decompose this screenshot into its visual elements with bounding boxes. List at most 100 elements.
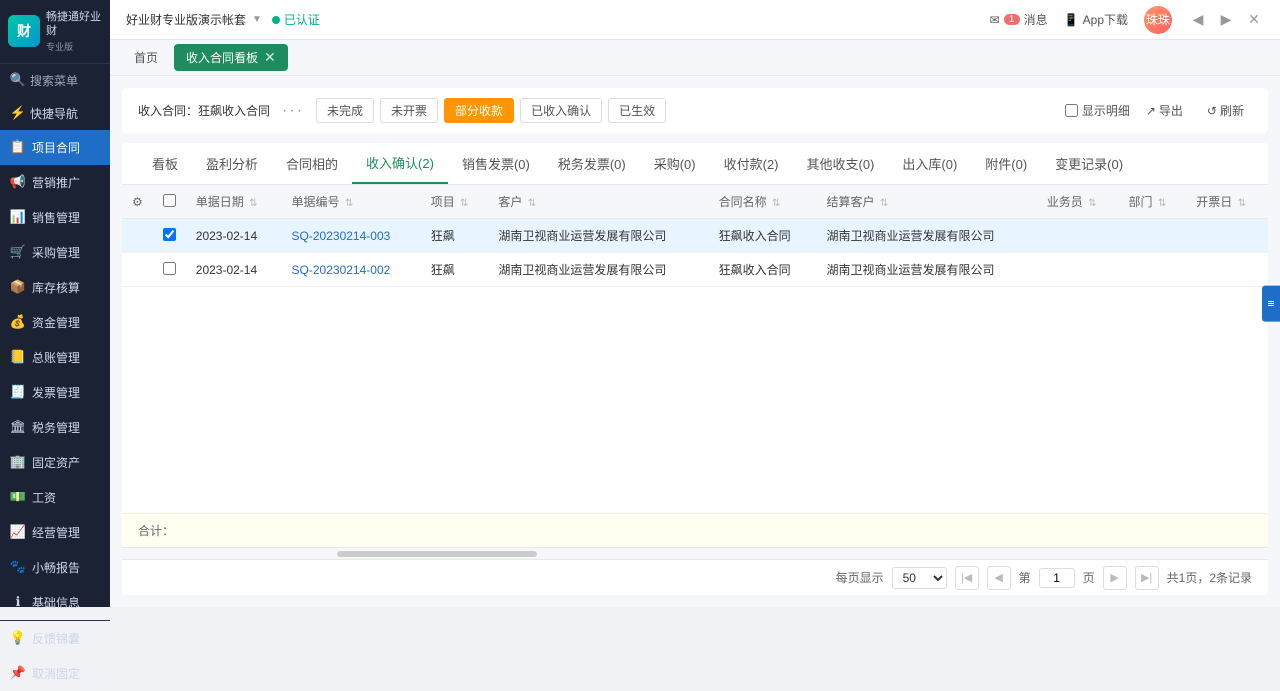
sort-icon[interactable]: ⇅ — [880, 198, 888, 209]
sub-tab-changes[interactable]: 变更记录(0) — [1041, 144, 1137, 183]
row-invoice-date — [1186, 219, 1268, 253]
sort-icon[interactable]: ⇅ — [249, 198, 257, 209]
right-sidebar-toggle[interactable]: ≡ — [1262, 285, 1280, 322]
pin-icon: 📌 — [10, 665, 26, 681]
user-avatar[interactable]: 珠珠 — [1144, 6, 1172, 34]
sort-icon[interactable]: ⇅ — [345, 198, 353, 209]
status-confirmed[interactable]: 已收入确认 — [520, 98, 602, 123]
certified-badge: 已认证 — [272, 11, 320, 28]
row-number-link[interactable]: SQ-20230214-002 — [292, 263, 391, 277]
content-inner: 看板 盈利分析 合同相的 收入确认(2) 销售发票(0) 税务发票(0) 采购(… — [122, 143, 1268, 595]
row-settlement: 湖南卫视商业运营发展有限公司 — [816, 219, 1036, 253]
col-header-project: 项目 ⇅ — [421, 185, 489, 219]
row-gear — [122, 219, 153, 253]
show-detail-checkbox[interactable] — [1065, 104, 1078, 117]
per-page-select[interactable]: 50 100 200 — [892, 567, 947, 589]
sidebar-item-funds[interactable]: 💰 资金管理 — [0, 305, 110, 340]
header-left: 好业财专业版演示帐套 ▼ 已认证 — [126, 11, 320, 28]
sub-tab-attachment[interactable]: 附件(0) — [971, 144, 1041, 183]
sidebar-item-assets[interactable]: 🏢 固定资产 — [0, 445, 110, 480]
sidebar-feedback[interactable]: 💡 反馈锦囊 — [0, 621, 110, 656]
window-prev-button[interactable]: ◀ — [1188, 10, 1208, 30]
settings-col-header: ⚙ — [122, 185, 153, 219]
sub-tab-board[interactable]: 看板 — [138, 144, 192, 183]
pagination-prev-button[interactable]: ◀ — [987, 566, 1011, 590]
sidebar-item-invoice[interactable]: 🧾 发票管理 — [0, 375, 110, 410]
select-all-checkbox[interactable] — [163, 194, 176, 207]
status-partial[interactable]: 部分收款 — [444, 98, 514, 123]
sidebar-item-search[interactable]: 🔍 搜索菜单 — [0, 64, 110, 97]
sidebar-item-purchase[interactable]: 🛒 采购管理 — [0, 235, 110, 270]
gear-icon[interactable]: ⚙ — [132, 195, 143, 209]
refresh-button[interactable]: ↺ 刷新 — [1199, 98, 1252, 123]
sort-icon[interactable]: ⇅ — [460, 198, 468, 209]
row-contract: 狂飙收入合同 — [709, 219, 817, 253]
sub-tab-payment[interactable]: 收付款(2) — [710, 144, 793, 183]
row-salesperson — [1037, 219, 1119, 253]
company-selector[interactable]: 好业财专业版演示帐套 ▼ — [126, 11, 262, 28]
contract-title-area: 收入合同：狂飙收入合同 ··· 未完成 未开票 部分收款 已收入确认 已生效 — [138, 98, 666, 123]
sort-icon[interactable]: ⇅ — [1238, 198, 1246, 209]
sidebar-item-marketing[interactable]: 📢 营销推广 — [0, 165, 110, 200]
sub-tab-contract-related[interactable]: 合同相的 — [272, 144, 352, 183]
pagination-last-button[interactable]: ▶| — [1135, 566, 1159, 590]
app-download-button[interactable]: 📱 App下载 — [1064, 11, 1128, 28]
sidebar-item-basic[interactable]: ℹ 基础信息 — [0, 585, 110, 620]
row-date: 2023-02-14 — [186, 253, 282, 287]
sort-icon[interactable]: ⇅ — [528, 198, 536, 209]
contract-more-button[interactable]: ··· — [282, 102, 304, 120]
sub-tab-warehouse[interactable]: 出入库(0) — [888, 144, 971, 183]
sidebar-item-sales[interactable]: 📊 销售管理 — [0, 200, 110, 235]
sub-tab-tax-invoice[interactable]: 税务发票(0) — [544, 144, 640, 183]
sidebar-item-nav[interactable]: ⚡ 快捷导航 — [0, 97, 110, 130]
col-header-dept: 部门 ⇅ — [1119, 185, 1187, 219]
window-next-button[interactable]: ▶ — [1216, 10, 1236, 30]
message-icon: ✉ — [990, 13, 1000, 27]
sidebar-item-management[interactable]: 📈 经营管理 — [0, 515, 110, 550]
sidebar-item-project[interactable]: 📋 项目合同 — [0, 130, 110, 165]
sidebar-item-inventory[interactable]: 📦 库存核算 — [0, 270, 110, 305]
status-effective[interactable]: 已生效 — [608, 98, 666, 123]
tab-close-icon[interactable]: ✕ — [264, 49, 276, 66]
row-select-checkbox[interactable] — [163, 262, 176, 275]
pagination-first-button[interactable]: |◀ — [955, 566, 979, 590]
app-logo-text: 畅捷通好业财 专业版 — [46, 10, 102, 53]
row-select-checkbox[interactable] — [163, 228, 176, 241]
show-detail-checkbox-label: 显示明细 — [1065, 102, 1130, 119]
page-input[interactable] — [1039, 568, 1075, 588]
sub-tab-profit[interactable]: 盈利分析 — [192, 144, 272, 183]
horizontal-scrollbar[interactable] — [122, 547, 1268, 559]
pagination-next-button[interactable]: ▶ — [1103, 566, 1127, 590]
sub-tab-other[interactable]: 其他收支(0) — [793, 144, 889, 183]
tab-contract-board[interactable]: 收入合同看板 ✕ — [174, 44, 288, 71]
status-unfinished[interactable]: 未完成 — [316, 98, 374, 123]
sort-icon[interactable]: ⇅ — [1158, 198, 1166, 209]
sort-icon[interactable]: ⇅ — [772, 198, 780, 209]
table-wrapper[interactable]: ⚙ 单据日期 ⇅ 单据编号 — [122, 185, 1268, 513]
certified-dot-icon — [272, 16, 280, 24]
sidebar-item-tax[interactable]: 🏛 税务管理 — [0, 410, 110, 445]
window-close-button[interactable]: ✕ — [1244, 10, 1264, 30]
sidebar-item-payroll[interactable]: 💵 工资 — [0, 480, 110, 515]
sidebar-item-report[interactable]: 🐾 小畅报告 — [0, 550, 110, 585]
sub-tab-revenue-confirm[interactable]: 收入确认(2) — [352, 143, 448, 184]
row-invoice-date — [1186, 253, 1268, 287]
sort-icon[interactable]: ⇅ — [1088, 198, 1096, 209]
tab-home[interactable]: 首页 — [122, 44, 170, 71]
export-button[interactable]: ↗ 导出 — [1138, 98, 1191, 123]
sub-tab-sales-invoice[interactable]: 销售发票(0) — [448, 144, 544, 183]
sidebar-unpin[interactable]: 📌 取消固定 — [0, 656, 110, 691]
table-row: 2023-02-14 SQ-20230214-003 狂飙 湖南卫视商业运营发展… — [122, 219, 1268, 253]
status-buttons: 未完成 未开票 部分收款 已收入确认 已生效 — [316, 98, 666, 123]
table-row: 2023-02-14 SQ-20230214-002 狂飙 湖南卫视商业运营发展… — [122, 253, 1268, 287]
message-button[interactable]: ✉ 1 消息 — [990, 11, 1048, 28]
row-project: 狂飙 — [421, 219, 489, 253]
table-header-row: ⚙ 单据日期 ⇅ 单据编号 — [122, 185, 1268, 219]
row-checkbox-cell — [153, 219, 186, 253]
sub-tab-purchase[interactable]: 采购(0) — [640, 144, 710, 183]
sidebar-item-ledger[interactable]: 📒 总账管理 — [0, 340, 110, 375]
row-dept — [1119, 253, 1187, 287]
row-number-link[interactable]: SQ-20230214-003 — [292, 229, 391, 243]
status-uninvoiced[interactable]: 未开票 — [380, 98, 438, 123]
building-icon: 🏢 — [10, 454, 26, 470]
